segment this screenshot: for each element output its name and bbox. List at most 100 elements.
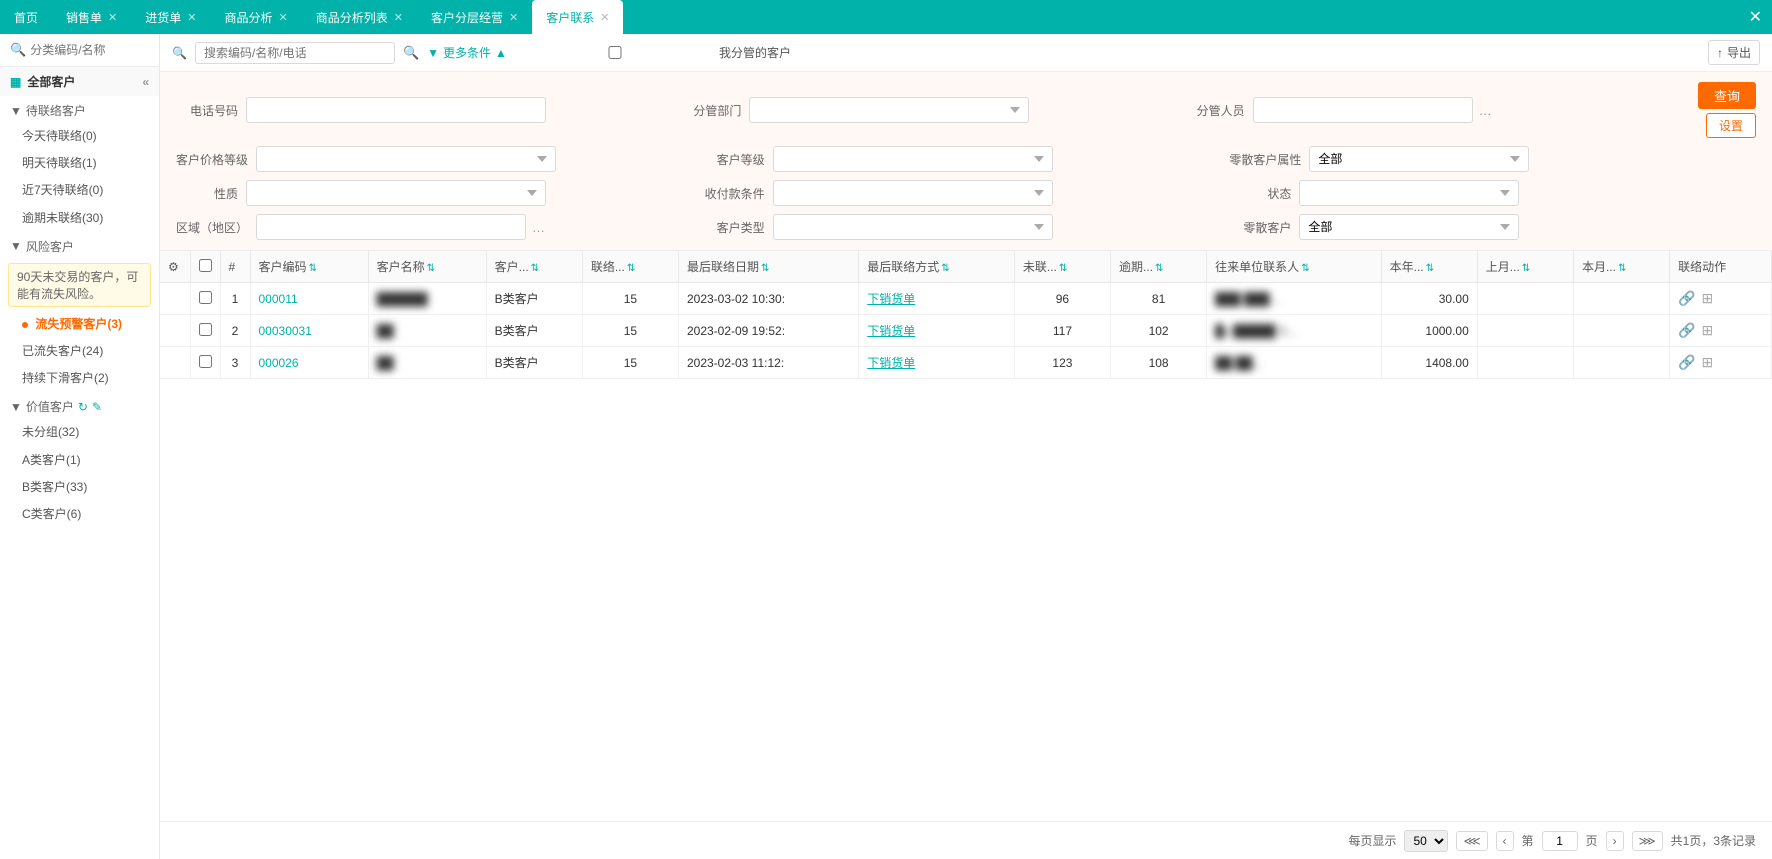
col-overdue[interactable]: 逾期...⇅: [1111, 251, 1207, 283]
action-grid-icon[interactable]: ⊞: [1702, 354, 1714, 371]
tab-goods-list[interactable]: 商品分析列表 ✕: [302, 0, 417, 34]
sidebar-item-ungroup[interactable]: 未分组(32): [0, 419, 159, 446]
tab-goods-list-label: 商品分析列表: [316, 9, 388, 26]
action-grid-icon[interactable]: ⊞: [1702, 322, 1714, 339]
sidebar-all-customers[interactable]: ▦ 全部客户 «: [0, 67, 159, 96]
sidebar-section-pending[interactable]: ▼ 待联络客户: [0, 96, 159, 123]
region-more-btn[interactable]: …: [526, 220, 551, 235]
my-customers-checkbox-label[interactable]: 我分管的客户: [515, 44, 791, 61]
row-uncontacted: 96: [1014, 283, 1110, 315]
sidebar-item-declining[interactable]: 持续下滑客户(2): [0, 365, 159, 392]
row-checkbox[interactable]: [199, 355, 212, 368]
tab-purchase-close[interactable]: ✕: [187, 11, 196, 24]
sidebar-item-b-class[interactable]: B类客户(33): [0, 474, 159, 501]
search-input[interactable]: [195, 42, 395, 64]
sidebar-item-today[interactable]: 今天待联络(0): [0, 123, 159, 150]
tab-customer-contact-close[interactable]: ✕: [600, 11, 609, 24]
phone-input[interactable]: [246, 97, 546, 123]
status-select[interactable]: [1299, 180, 1519, 206]
tab-customer-tier-close[interactable]: ✕: [509, 11, 518, 24]
prev-page-btn[interactable]: ‹: [1496, 831, 1514, 851]
page-number-input[interactable]: [1542, 831, 1578, 851]
export-btn[interactable]: ↑ 导出: [1708, 40, 1760, 65]
my-customers-checkbox[interactable]: [515, 46, 715, 59]
sidebar-section-risk[interactable]: ▼ 风险客户: [0, 232, 159, 259]
action-grid-icon[interactable]: ⊞: [1702, 290, 1714, 307]
sidebar-item-tomorrow[interactable]: 明天待联络(1): [0, 150, 159, 177]
last-page-btn[interactable]: ⋙: [1632, 831, 1663, 851]
zero-customer-select[interactable]: 全部: [1299, 214, 1519, 240]
customer-type-select[interactable]: [773, 214, 1053, 240]
payment-select[interactable]: [773, 180, 1053, 206]
tab-home[interactable]: 首页: [0, 0, 52, 34]
row-code[interactable]: 000026: [250, 347, 368, 379]
col-this-year[interactable]: 本年...⇅: [1381, 251, 1477, 283]
col-code[interactable]: 客户编码⇅: [250, 251, 368, 283]
sidebar-search-icon: 🔍: [10, 42, 26, 58]
filter-payment: 收付款条件: [703, 180, 1230, 206]
customer-level-select[interactable]: [773, 146, 1053, 172]
row-code[interactable]: 00030031: [250, 315, 368, 347]
tab-sales-close[interactable]: ✕: [108, 11, 117, 24]
manager-more-btn[interactable]: …: [1473, 103, 1498, 118]
tab-goods-list-close[interactable]: ✕: [394, 11, 403, 24]
next-page-btn[interactable]: ›: [1606, 831, 1624, 851]
sidebar-item-churned[interactable]: 已流失客户(24): [0, 338, 159, 365]
row-checkbox[interactable]: [199, 291, 212, 304]
sidebar-item-churn-warning[interactable]: 流失预警客户(3): [0, 311, 159, 338]
tab-purchase[interactable]: 进货单 ✕: [131, 0, 210, 34]
col-settings[interactable]: ⚙: [160, 251, 190, 283]
sidebar-search-bar[interactable]: 🔍: [0, 34, 159, 67]
tab-goods-analysis-close[interactable]: ✕: [279, 11, 288, 24]
row-code[interactable]: 000011: [250, 283, 368, 315]
sidebar-item-a-class[interactable]: A类客户(1): [0, 447, 159, 474]
action-link-icon[interactable]: 🔗: [1678, 290, 1695, 307]
row-last-method[interactable]: 下销货单: [859, 283, 1015, 315]
more-conditions-btn[interactable]: ▼ 更多条件 ▲: [427, 44, 507, 61]
sidebar-section-value[interactable]: ▼ 价值客户 ↻ ✎: [0, 392, 159, 419]
tab-goods-analysis[interactable]: 商品分析 ✕: [210, 0, 301, 34]
tab-customer-tier[interactable]: 客户分层经营 ✕: [417, 0, 532, 34]
tab-customer-contact[interactable]: 客户联系 ✕: [532, 0, 623, 34]
col-last-month[interactable]: 上月...⇅: [1477, 251, 1573, 283]
sidebar-item-week[interactable]: 近7天待联络(0): [0, 177, 159, 204]
col-this-month[interactable]: 本月...⇅: [1573, 251, 1669, 283]
col-uncontacted[interactable]: 未联...⇅: [1014, 251, 1110, 283]
select-all-checkbox[interactable]: [199, 259, 212, 272]
col-last-method[interactable]: 最后联络方式⇅: [859, 251, 1015, 283]
region-input[interactable]: [256, 214, 526, 240]
manager-label: 分管人员: [1183, 102, 1253, 119]
action-link-icon[interactable]: 🔗: [1678, 354, 1695, 371]
price-level-label: 客户价格等级: [176, 151, 256, 168]
sidebar-item-overdue[interactable]: 逾期未联络(30): [0, 205, 159, 232]
price-level-select[interactable]: [256, 146, 556, 172]
nature-select[interactable]: [246, 180, 546, 206]
col-contact-count[interactable]: 联络...⇅: [582, 251, 678, 283]
sidebar-search-input[interactable]: [30, 43, 149, 57]
col-customer-type[interactable]: 客户...⇅: [486, 251, 582, 283]
row-last-method[interactable]: 下销货单: [859, 315, 1015, 347]
row-check[interactable]: [190, 315, 220, 347]
settings-button[interactable]: 设置: [1706, 113, 1756, 138]
refresh-icon[interactable]: ↻: [78, 400, 88, 414]
row-check[interactable]: [190, 347, 220, 379]
row-check[interactable]: [190, 283, 220, 315]
action-link-icon[interactable]: 🔗: [1678, 322, 1695, 339]
query-button[interactable]: 查询: [1698, 82, 1756, 109]
col-unit-contact[interactable]: 往来单位联系人⇅: [1207, 251, 1381, 283]
edit-icon[interactable]: ✎: [92, 400, 102, 414]
tab-sales[interactable]: 销售单 ✕: [52, 0, 131, 34]
manager-input[interactable]: [1253, 97, 1473, 123]
window-close-btn[interactable]: ✕: [1749, 7, 1772, 27]
row-checkbox[interactable]: [199, 323, 212, 336]
zero-attr-select[interactable]: 全部: [1309, 146, 1529, 172]
first-page-btn[interactable]: ⋘: [1456, 831, 1487, 851]
department-select[interactable]: [749, 97, 1029, 123]
search-icon-orange[interactable]: 🔍: [403, 45, 419, 61]
col-last-date[interactable]: 最后联络日期⇅: [678, 251, 858, 283]
col-name[interactable]: 客户名称⇅: [368, 251, 486, 283]
col-check[interactable]: [190, 251, 220, 283]
page-size-select[interactable]: 50: [1404, 830, 1448, 852]
row-last-method[interactable]: 下销货单: [859, 347, 1015, 379]
sidebar-item-c-class[interactable]: C类客户(6): [0, 501, 159, 528]
